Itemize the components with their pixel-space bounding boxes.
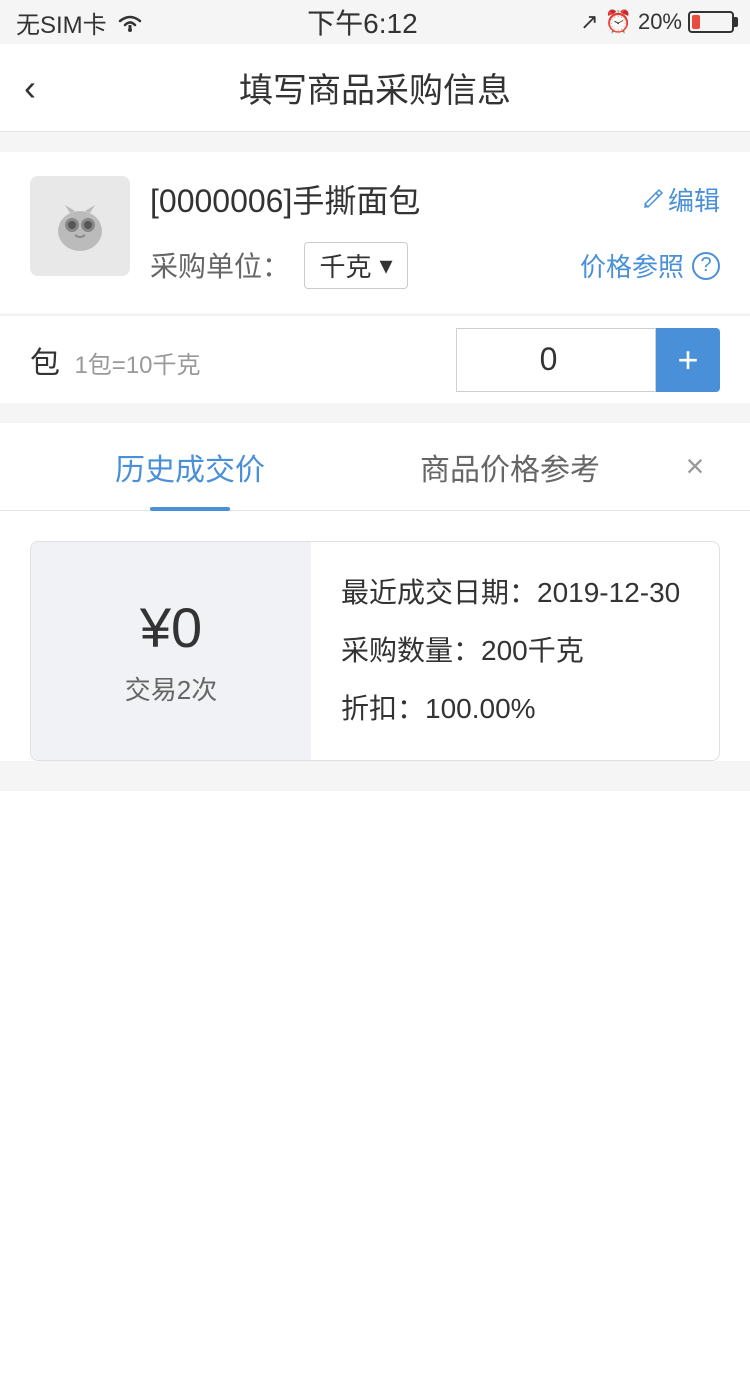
tab-close-button[interactable]: ×: [670, 442, 720, 492]
latest-date-row: 最近成交日期：2019-12-30: [341, 572, 689, 614]
purchase-qty-value: 200千克: [481, 635, 584, 666]
quantity-row: 包 1包=10千克 +: [0, 315, 750, 403]
help-icon: ?: [692, 252, 720, 280]
price-amount: ¥0: [140, 595, 202, 660]
quantity-label-area: 包 1包=10千克: [30, 338, 201, 382]
status-bar: 无SIM卡 下午6:12 ↗ ⏰ 20%: [0, 0, 750, 44]
battery-percent: 20%: [638, 9, 682, 35]
status-left: 无SIM卡: [16, 5, 145, 40]
quantity-unit: 包: [30, 347, 60, 380]
page-title: 填写商品采购信息: [239, 63, 511, 112]
wifi-icon: [115, 11, 145, 33]
price-details: 最近成交日期：2019-12-30 采购数量：200千克 折扣：100.00%: [311, 542, 719, 760]
discount-label: 折扣：: [341, 693, 425, 724]
tab-history-price[interactable]: 历史成交价: [30, 423, 350, 511]
chevron-down-icon: ▾: [379, 250, 392, 281]
price-value: 0: [171, 596, 202, 659]
unit-select[interactable]: 千克 ▾: [304, 242, 407, 289]
product-title-row: [0000006]手撕面包 编辑: [150, 176, 720, 222]
unit-value: 千克: [319, 247, 371, 284]
edit-label: 编辑: [668, 181, 720, 218]
bottom-space: [0, 791, 750, 1391]
purchase-unit-row: 采购单位： 千克 ▾ 价格参照 ?: [150, 242, 720, 289]
status-right: ↗ ⏰ 20%: [580, 9, 734, 35]
discount-value: 100.00%: [425, 693, 536, 724]
alarm-icon: ⏰: [605, 9, 632, 35]
latest-date-label: 最近成交日期：: [341, 577, 537, 608]
quantity-plus-button[interactable]: +: [656, 328, 720, 392]
product-card: [0000006]手撕面包 编辑 采购单位： 千克 ▾: [0, 152, 750, 313]
quantity-input-group: +: [456, 328, 720, 392]
battery-icon: [688, 11, 734, 33]
tab2-label: 商品价格参考: [420, 445, 600, 489]
product-thumbnail: [30, 176, 130, 276]
price-summary: ¥0 交易2次: [31, 542, 311, 760]
purchase-quantity-row: 采购数量：200千克: [341, 630, 689, 672]
nav-bar: ‹ 填写商品采购信息: [0, 44, 750, 132]
latest-date-value: 2019-12-30: [537, 577, 680, 608]
unit-section: 采购单位： 千克 ▾: [150, 242, 408, 289]
unit-label: 采购单位：: [150, 251, 290, 282]
purchase-qty-label: 采购数量：: [341, 635, 481, 666]
product-info: [0000006]手撕面包 编辑 采购单位： 千克 ▾: [150, 176, 720, 289]
price-ref-label: 价格参照: [580, 247, 684, 284]
quantity-input[interactable]: [456, 328, 656, 392]
product-header: [0000006]手撕面包 编辑 采购单位： 千克 ▾: [30, 176, 720, 289]
tab1-label: 历史成交价: [115, 445, 265, 489]
edit-button[interactable]: 编辑: [642, 181, 720, 218]
edit-icon: [642, 188, 664, 210]
product-name: [0000006]手撕面包: [150, 176, 420, 222]
status-time: 下午6:12: [307, 2, 418, 42]
tab-section: 历史成交价 商品价格参考 × ¥0 交易2次 最近成交日期：2019-12-30…: [0, 423, 750, 761]
price-reference-button[interactable]: 价格参照 ?: [580, 247, 720, 284]
signal-text: 无SIM卡: [16, 5, 107, 40]
back-button[interactable]: ‹: [24, 67, 36, 109]
currency-symbol: ¥: [140, 596, 171, 659]
tab-product-price-ref[interactable]: 商品价格参考: [350, 423, 670, 511]
trade-count: 交易2次: [125, 670, 217, 707]
price-card: ¥0 交易2次 最近成交日期：2019-12-30 采购数量：200千克 折扣：…: [30, 541, 720, 761]
location-icon: ↗: [580, 9, 598, 35]
discount-row: 折扣：100.00%: [341, 688, 689, 730]
quantity-conversion: 1包=10千克: [74, 352, 200, 379]
tab-bar: 历史成交价 商品价格参考 ×: [0, 423, 750, 511]
